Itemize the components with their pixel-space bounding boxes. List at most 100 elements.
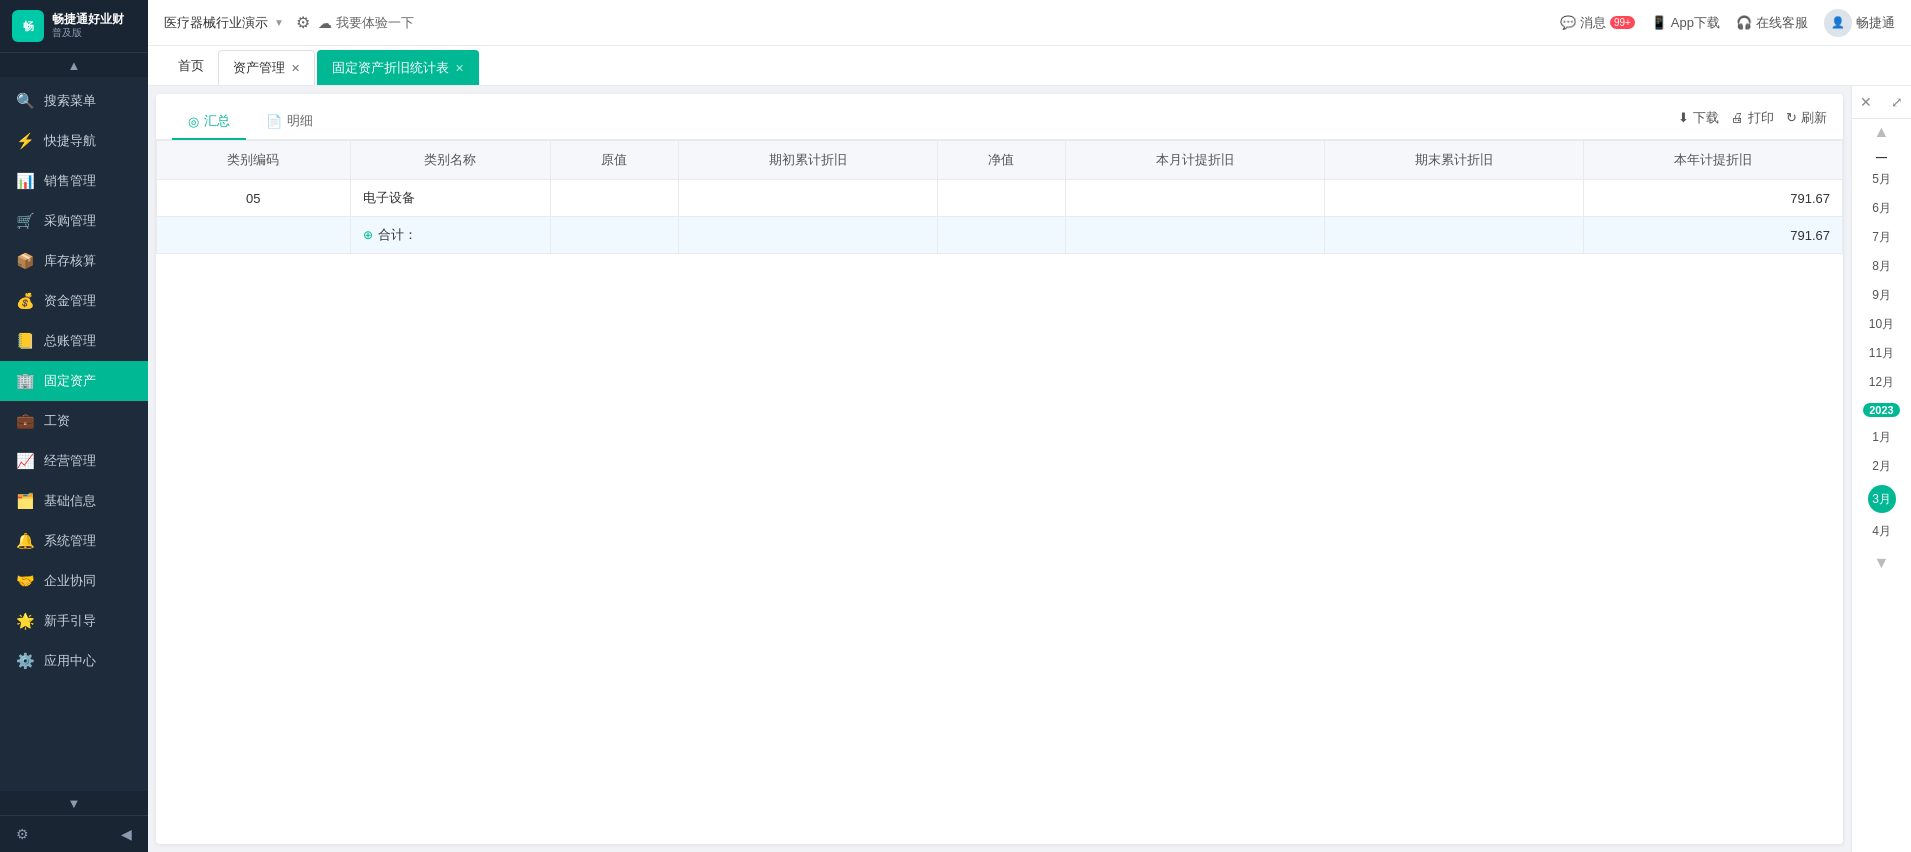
sidebar-item-label: 搜索菜单	[44, 92, 96, 110]
sidebar-item-inventory[interactable]: 📦 库存核算	[0, 241, 148, 281]
month-item-4[interactable]: 4月	[1852, 517, 1911, 546]
online-service-action[interactable]: 🎧 在线客服	[1736, 14, 1808, 32]
main-content: 医疗器械行业演示 ▼ ⚙ ☁ 我要体验一下 💬 消息 99+ 📱 App下载 🎧…	[148, 0, 1911, 852]
sidebar-menu: 🔍 搜索菜单 ⚡ 快捷导航 📊 销售管理 🛒 采购管理 📦 库存核算 💰 资金管…	[0, 77, 148, 791]
refresh-label: 刷新	[1801, 109, 1827, 127]
subtotal-original	[550, 217, 678, 254]
settings-footer-icon[interactable]: ⚙	[16, 826, 29, 842]
sidebar-scroll-down[interactable]: ▼	[0, 791, 148, 815]
quick-nav-icon: ⚡	[16, 132, 34, 150]
sidebar-item-sales[interactable]: 📊 销售管理	[0, 161, 148, 201]
sidebar-item-quick-nav[interactable]: ⚡ 快捷导航	[0, 121, 148, 161]
scroll-up-arrow[interactable]: ▲	[1852, 119, 1911, 145]
table-wrapper: 类别编码 类别名称 原值 期初累计折旧 净值 本月计提折旧 期末累计折旧 本年计…	[156, 140, 1843, 844]
funds-icon: 💰	[16, 292, 34, 310]
download-icon: ⬇	[1678, 110, 1689, 125]
sidebar-footer: ⚙ ◀	[0, 815, 148, 852]
company-name: 医疗器械行业演示	[164, 14, 268, 32]
refresh-button[interactable]: ↻ 刷新	[1786, 109, 1827, 127]
download-button[interactable]: ⬇ 下载	[1678, 109, 1719, 127]
sidebar-item-label: 快捷导航	[44, 132, 96, 150]
tab-home[interactable]: 首页	[164, 49, 218, 85]
tab-asset-mgmt-label: 资产管理	[233, 59, 285, 77]
right-panel-expand-icon[interactable]: ⤢	[1887, 92, 1907, 112]
table-header-row: 类别编码 类别名称 原值 期初累计折旧 净值 本月计提折旧 期末累计折旧 本年计…	[157, 141, 1843, 180]
sidebar-item-app-center[interactable]: ⚙️ 应用中心	[0, 641, 148, 681]
month-item-6[interactable]: 6月	[1852, 194, 1911, 223]
sub-tabs-right: ⬇ 下载 🖨 打印 ↻ 刷新	[1678, 109, 1827, 135]
right-panel-close-icon[interactable]: ✕	[1856, 92, 1876, 112]
subtotal-net-value	[937, 217, 1065, 254]
sidebar-item-search[interactable]: 🔍 搜索菜单	[0, 81, 148, 121]
sub-tab-summary[interactable]: ◎ 汇总	[172, 104, 246, 140]
sidebar-item-payroll[interactable]: 💼 工资	[0, 401, 148, 441]
sub-tab-detail[interactable]: 📄 明细	[250, 104, 329, 140]
month-item-12[interactable]: 12月	[1852, 368, 1911, 397]
payroll-icon: 💼	[16, 412, 34, 430]
month-item-10[interactable]: 10月	[1852, 310, 1911, 339]
page-area: ◎ 汇总 📄 明细 ⬇ 下载 🖨 打印	[148, 86, 1911, 852]
month-item-3-active[interactable]: 3月	[1868, 485, 1896, 513]
sidebar-item-basic-info[interactable]: 🗂️ 基础信息	[0, 481, 148, 521]
sidebar-item-label: 资金管理	[44, 292, 96, 310]
month-item-1[interactable]: 1月	[1852, 423, 1911, 452]
sidebar-scroll-up[interactable]: ▲	[0, 53, 148, 77]
inventory-icon: 📦	[16, 252, 34, 270]
subtotal-label: ⊕ 合计：	[350, 217, 550, 254]
refresh-icon: ↻	[1786, 110, 1797, 125]
col-header-initial-dep: 期初累计折旧	[678, 141, 937, 180]
online-service-label: 在线客服	[1756, 14, 1808, 32]
scroll-down-arrow[interactable]: ▼	[1852, 550, 1911, 576]
month-item-2[interactable]: 2月	[1852, 452, 1911, 481]
month-item-11[interactable]: 11月	[1852, 339, 1911, 368]
sidebar-item-label: 新手引导	[44, 612, 96, 630]
guide-icon: 🌟	[16, 612, 34, 630]
print-button[interactable]: 🖨 打印	[1731, 109, 1774, 127]
sidebar-item-purchase[interactable]: 🛒 采购管理	[0, 201, 148, 241]
ledger-icon: 📒	[16, 332, 34, 350]
month-item-8[interactable]: 8月	[1852, 252, 1911, 281]
sidebar-item-enterprise[interactable]: 🤝 企业协同	[0, 561, 148, 601]
sidebar-item-ledger[interactable]: 📒 总账管理	[0, 321, 148, 361]
close-asset-mgmt-icon[interactable]: ✕	[291, 62, 300, 75]
company-selector[interactable]: 医疗器械行业演示 ▼	[164, 14, 284, 32]
print-icon: 🖨	[1731, 110, 1744, 125]
depreciation-table: 类别编码 类别名称 原值 期初累计折旧 净值 本月计提折旧 期末累计折旧 本年计…	[156, 140, 1843, 254]
app-download-action[interactable]: 📱 App下载	[1651, 14, 1720, 32]
tab-home-label: 首页	[178, 57, 204, 75]
user-action[interactable]: 👤 畅捷通	[1824, 9, 1895, 37]
right-panel: ✕ ⤢ ▲ — 5月 6月 7月 8月 9月 10月 11月 12月 2023 …	[1851, 86, 1911, 852]
sidebar-item-label: 库存核算	[44, 252, 96, 270]
close-depreciation-icon[interactable]: ✕	[455, 62, 464, 75]
sidebar-item-label: 系统管理	[44, 532, 96, 550]
collapse-sidebar-icon[interactable]: ◀	[121, 826, 132, 842]
detail-tab-label: 明细	[287, 112, 313, 130]
tab-depreciation[interactable]: 固定资产折旧统计表 ✕	[317, 50, 479, 85]
col-header-yearly-dep: 本年计提折旧	[1583, 141, 1842, 180]
sidebar-item-operations[interactable]: 📈 经营管理	[0, 441, 148, 481]
detail-tab-icon: 📄	[266, 114, 282, 129]
row-net-value	[937, 180, 1065, 217]
sidebar-item-funds[interactable]: 💰 资金管理	[0, 281, 148, 321]
row-yearly-dep: 791.67	[1583, 180, 1842, 217]
sidebar-item-system[interactable]: 🔔 系统管理	[0, 521, 148, 561]
subtotal-ending-dep	[1325, 217, 1584, 254]
basic-info-icon: 🗂️	[16, 492, 34, 510]
topbar-experience[interactable]: ☁ 我要体验一下	[318, 14, 414, 32]
experience-label: 我要体验一下	[336, 14, 414, 32]
row-ending-dep	[1325, 180, 1584, 217]
sidebar-item-label: 工资	[44, 412, 70, 430]
month-item-5[interactable]: 5月	[1852, 165, 1911, 194]
topbar-settings-icon[interactable]: ⚙	[296, 13, 310, 32]
sidebar-item-fixed-assets[interactable]: 🏢 固定资产	[0, 361, 148, 401]
service-icon: 🎧	[1736, 15, 1752, 30]
notification-action[interactable]: 💬 消息 99+	[1560, 14, 1635, 32]
sidebar-item-guide[interactable]: 🌟 新手引导	[0, 601, 148, 641]
month-item-7[interactable]: 7月	[1852, 223, 1911, 252]
operations-icon: 📈	[16, 452, 34, 470]
sidebar-header-text: 畅捷通好业财 普及版	[52, 12, 124, 40]
year-badge-container: 2023	[1863, 397, 1899, 423]
message-icon: 💬	[1560, 15, 1576, 30]
month-item-9[interactable]: 9月	[1852, 281, 1911, 310]
tab-asset-mgmt[interactable]: 资产管理 ✕	[218, 50, 315, 85]
